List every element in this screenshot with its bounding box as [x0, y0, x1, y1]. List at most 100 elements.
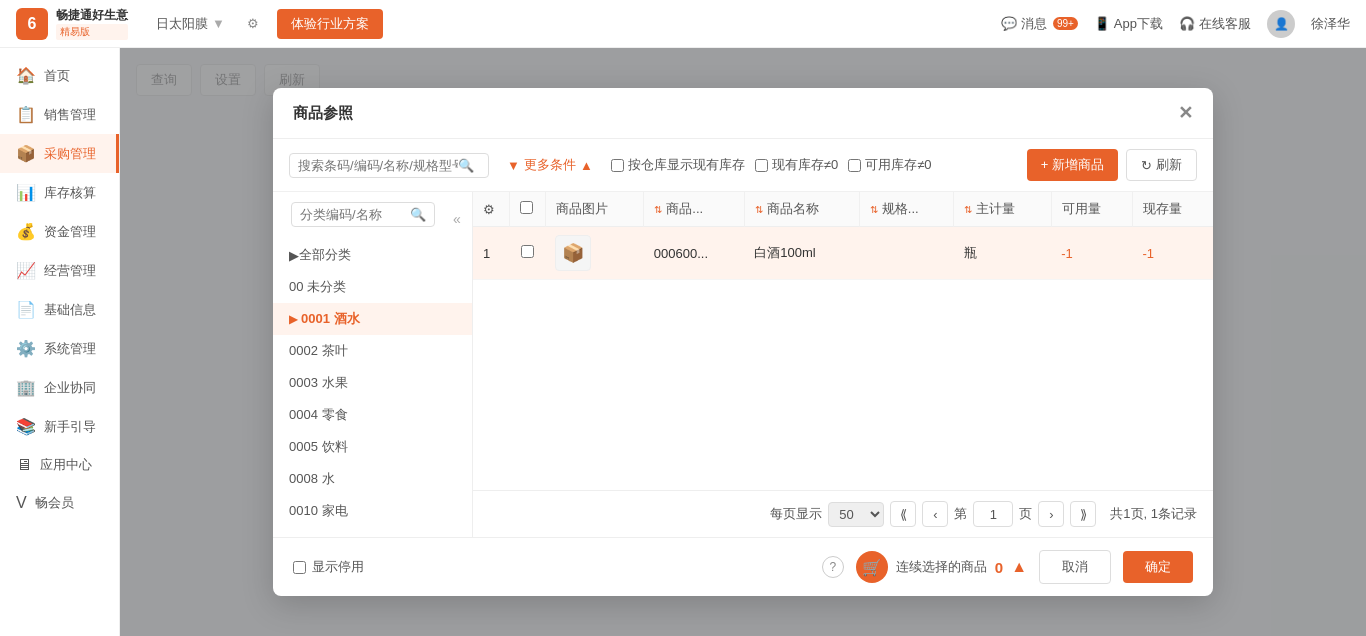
warehouse-stock-checkbox[interactable]: [611, 159, 624, 172]
modal-toolbar: 🔍 ▼ 更多条件 ▲ 按仓库显示现有库存 现有库存≠0: [273, 139, 1213, 192]
row-num: 1: [473, 227, 509, 280]
enterprise-icon: 🏢: [16, 378, 36, 397]
sidebar-item-vip[interactable]: V 畅会员: [0, 484, 119, 522]
settings-icon[interactable]: ⚙: [237, 8, 269, 40]
nav-app-download[interactable]: 📱 App下载: [1094, 15, 1163, 33]
usable-ne0-checkbox[interactable]: [848, 159, 861, 172]
category-snacks[interactable]: 0004 零食: [273, 399, 472, 431]
purchase-icon: 📦: [16, 144, 36, 163]
th-spec[interactable]: ⇅ 规格...: [859, 192, 954, 227]
page-next-btn[interactable]: ›: [1038, 501, 1064, 527]
modal-close-icon[interactable]: ✕: [1178, 102, 1193, 124]
th-settings[interactable]: ⚙: [473, 192, 509, 227]
usable-ne0-checkbox-wrap[interactable]: 可用库存≠0: [848, 156, 931, 174]
collapse-cart-icon[interactable]: ▲: [1011, 558, 1027, 576]
modal-footer: 显示停用 ? 🛒 连续选择的商品 0 ▲ 取消 确定: [273, 537, 1213, 596]
main-layout: 🏠 首页 📋 销售管理 📦 采购管理 📊 库存核算 💰 资金管理 📈 经营管理 …: [0, 48, 1366, 636]
row-checkbox-cell: [509, 227, 545, 280]
cart-icon[interactable]: 🛒: [856, 551, 888, 583]
sidebar-item-sales[interactable]: 📋 销售管理: [0, 95, 119, 134]
spec-sort-icon: ⇅: [870, 204, 878, 215]
exp-btn[interactable]: 体验行业方案: [277, 9, 383, 39]
th-checkbox: [509, 192, 545, 227]
category-appliances[interactable]: 0010 家电: [273, 495, 472, 527]
cart-count: 0: [995, 559, 1003, 576]
page-suffix: 页: [1019, 505, 1032, 523]
filter-btn[interactable]: ▼ 更多条件 ▲: [499, 152, 601, 178]
search-input[interactable]: [298, 158, 458, 173]
sidebar-item-inventory[interactable]: 📊 库存核算: [0, 173, 119, 212]
sidebar-item-home[interactable]: 🏠 首页: [0, 56, 119, 95]
home-icon: 🏠: [16, 66, 36, 85]
top-nav: 6 畅捷通好生意 精易版 日太阳膜 ▼ ⚙ 体验行业方案 💬 消息 99+ 📱 …: [0, 0, 1366, 48]
category-beverages[interactable]: 0005 饮料: [273, 431, 472, 463]
table-row[interactable]: 1 📦: [473, 227, 1213, 280]
modal-header: 商品参照 ✕: [273, 88, 1213, 139]
confirm-btn[interactable]: 确定: [1123, 551, 1193, 583]
nav-online-service[interactable]: 🎧 在线客服: [1179, 15, 1251, 33]
category-unclassified[interactable]: 00 未分类: [273, 271, 472, 303]
category-liquor[interactable]: ▶ 0001 酒水: [273, 303, 472, 335]
refresh-btn[interactable]: ↻ 刷新: [1126, 149, 1197, 181]
category-search-input[interactable]: [300, 207, 410, 222]
filter-arrow-icon: ▲: [580, 158, 593, 173]
category-search-icon[interactable]: 🔍: [410, 207, 426, 222]
row-checkbox[interactable]: [521, 245, 534, 258]
nav-messages[interactable]: 💬 消息 99+: [1001, 15, 1078, 33]
row-code: 000600...: [644, 227, 744, 280]
logo-text: 畅捷通好生意 精易版: [56, 7, 128, 40]
page-first-btn[interactable]: ⟪: [890, 501, 916, 527]
per-page-label: 每页显示: [770, 505, 822, 523]
per-page-select[interactable]: 50 100: [828, 502, 884, 527]
all-arrow-icon: ▶: [289, 248, 299, 263]
help-icon[interactable]: ?: [822, 556, 844, 578]
product-reference-modal: 商品参照 ✕ 🔍 ▼ 更多条件 ▲ 按仓: [273, 88, 1213, 596]
category-water[interactable]: 0008 水: [273, 463, 472, 495]
page-input[interactable]: [973, 501, 1013, 527]
row-image: 📦: [545, 227, 644, 280]
sidebar-item-enterprise[interactable]: 🏢 企业协同: [0, 368, 119, 407]
mobile-icon: 📱: [1094, 16, 1110, 31]
message-badge: 99+: [1053, 17, 1078, 30]
sidebar-item-operations[interactable]: 📈 经营管理: [0, 251, 119, 290]
sidebar-item-finance[interactable]: 💰 资金管理: [0, 212, 119, 251]
name-sort-icon: ⇅: [755, 204, 763, 215]
code-sort-icon: ⇅: [654, 204, 662, 215]
th-available: 可用量: [1051, 192, 1132, 227]
system-icon: ⚙️: [16, 339, 36, 358]
content-area: 查询 设置 刷新 商品参照 ✕ 🔍: [120, 48, 1366, 636]
category-all[interactable]: ▶ 全部分类: [273, 239, 472, 271]
page-last-btn[interactable]: ⟫: [1070, 501, 1096, 527]
username: 徐泽华: [1311, 15, 1350, 33]
apps-icon: 🖥: [16, 456, 32, 474]
select-all-checkbox[interactable]: [520, 201, 533, 214]
row-available: -1: [1051, 227, 1132, 280]
logo-tag: 精易版: [56, 24, 128, 40]
search-icon[interactable]: 🔍: [458, 158, 474, 173]
page-prev-btn[interactable]: ‹: [922, 501, 948, 527]
column-settings-icon[interactable]: ⚙: [483, 202, 495, 217]
sidebar-item-purchase[interactable]: 📦 采购管理: [0, 134, 119, 173]
store-selector[interactable]: 日太阳膜 ▼: [144, 15, 237, 33]
category-fruit[interactable]: 0003 水果: [273, 367, 472, 399]
category-tea[interactable]: 0002 茶叶: [273, 335, 472, 367]
show-disabled-wrap[interactable]: 显示停用: [293, 558, 364, 576]
sidebar-item-apps[interactable]: 🖥 应用中心: [0, 446, 119, 484]
add-product-btn[interactable]: + 新增商品: [1027, 149, 1118, 181]
search-wrap: 🔍: [289, 153, 489, 178]
avatar: 👤: [1267, 10, 1295, 38]
th-code[interactable]: ⇅ 商品...: [644, 192, 744, 227]
sidebar-item-basics[interactable]: 📄 基础信息: [0, 290, 119, 329]
show-disabled-checkbox[interactable]: [293, 561, 306, 574]
stock-ne0-checkbox[interactable]: [755, 159, 768, 172]
cart-area: 🛒 连续选择的商品 0 ▲: [856, 551, 1027, 583]
store-name: 日太阳膜: [156, 15, 208, 33]
sidebar-item-system[interactable]: ⚙️ 系统管理: [0, 329, 119, 368]
stock-ne0-checkbox-wrap[interactable]: 现有库存≠0: [755, 156, 838, 174]
cancel-btn[interactable]: 取消: [1039, 550, 1111, 584]
th-name[interactable]: ⇅ 商品名称: [744, 192, 859, 227]
sidebar-item-guide[interactable]: 📚 新手引导: [0, 407, 119, 446]
warehouse-stock-checkbox-wrap[interactable]: 按仓库显示现有库存: [611, 156, 745, 174]
th-unit[interactable]: ⇅ 主计量: [954, 192, 1051, 227]
collapse-panel-btn[interactable]: «: [445, 211, 469, 227]
